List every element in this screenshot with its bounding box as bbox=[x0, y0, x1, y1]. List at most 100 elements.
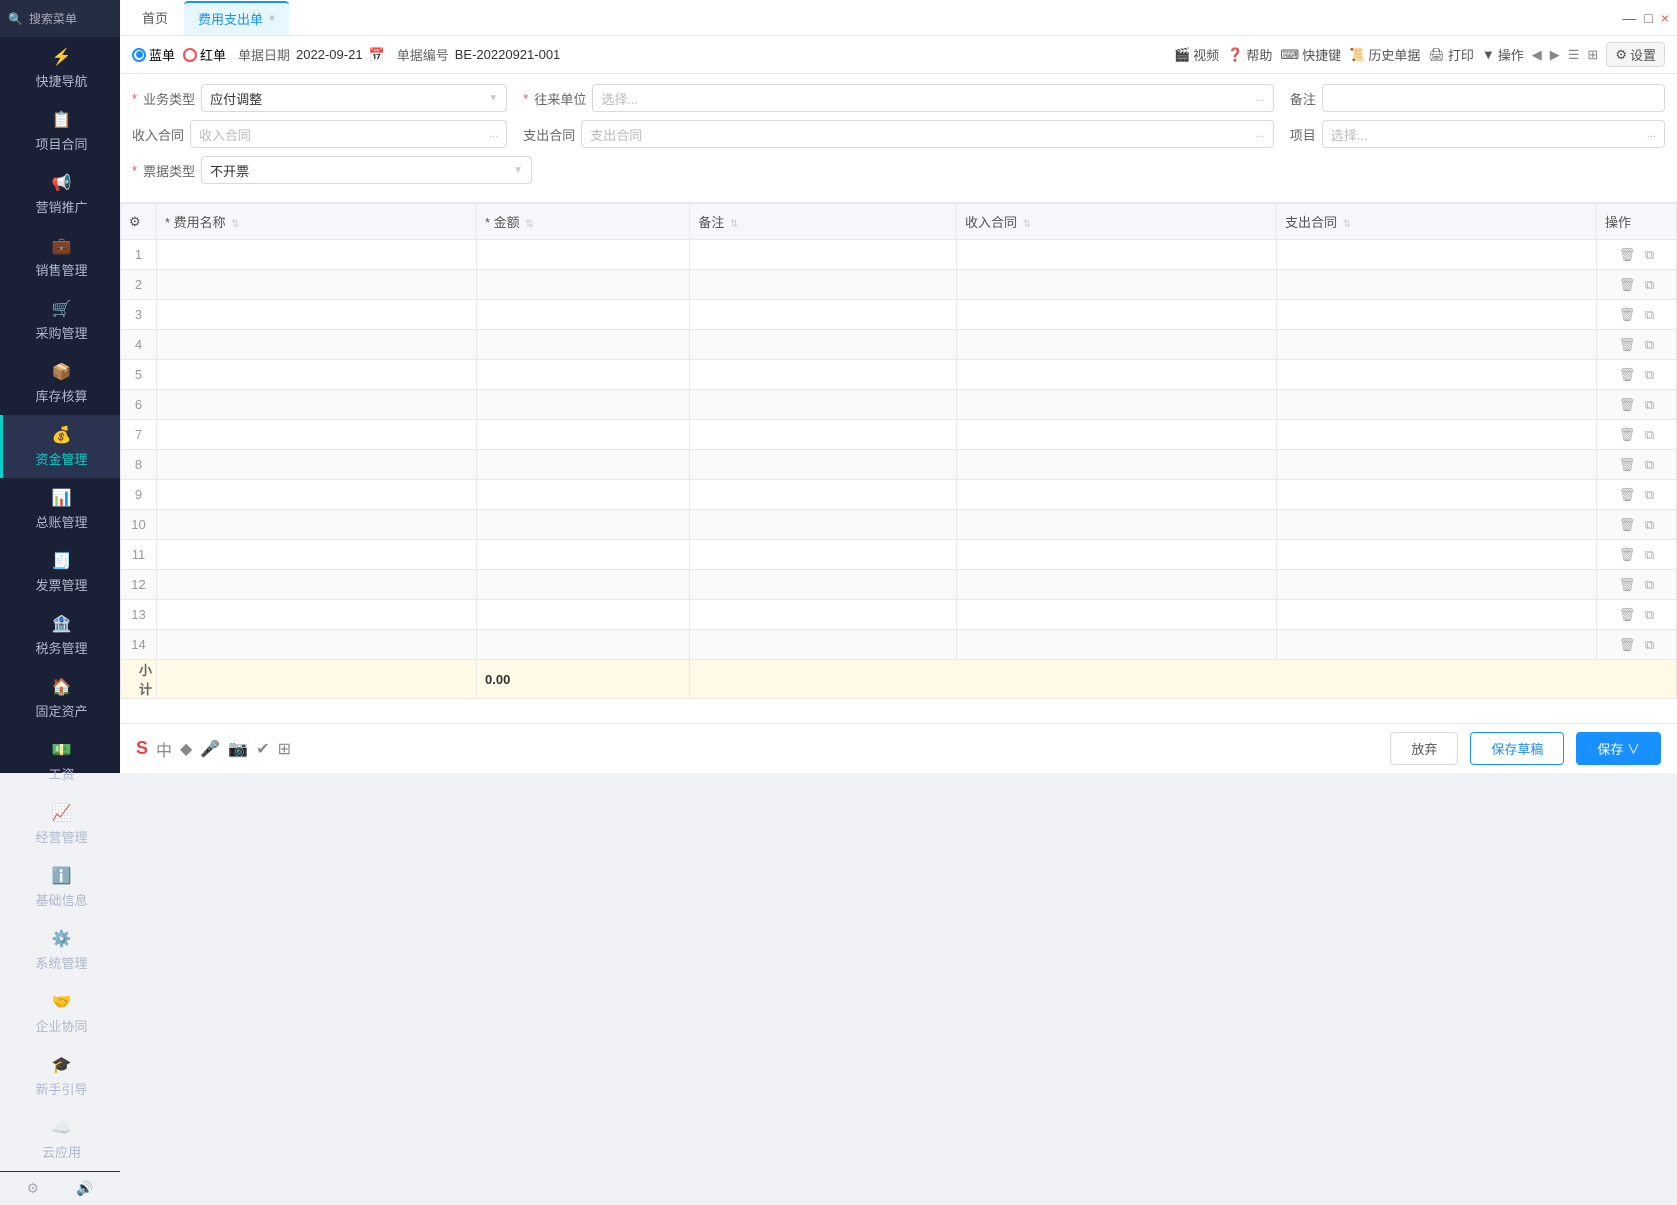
row-expense-name-9[interactable] bbox=[157, 480, 477, 510]
row-expense-name-5[interactable] bbox=[157, 360, 477, 390]
row-income-contract-8[interactable] bbox=[956, 450, 1276, 480]
maximize-button[interactable]: □ bbox=[1644, 10, 1652, 26]
row-expense-contract-4[interactable] bbox=[1276, 330, 1596, 360]
row-expense-contract-2[interactable] bbox=[1276, 270, 1596, 300]
chinese-input-icon[interactable]: 中 bbox=[156, 737, 172, 761]
note-sort-icon[interactable]: ⇅ bbox=[730, 219, 738, 230]
volume-icon[interactable]: 🔊 bbox=[76, 1180, 93, 1197]
sidebar-item-cloud[interactable]: ☁️ 云应用 bbox=[0, 1108, 120, 1171]
row-copy-icon-14[interactable]: ⧉ bbox=[1645, 637, 1654, 652]
row-expense-name-10[interactable] bbox=[157, 510, 477, 540]
row-copy-icon-10[interactable]: ⧉ bbox=[1645, 517, 1654, 532]
row-delete-icon-4[interactable]: 🗑 bbox=[1619, 337, 1636, 352]
row-income-contract-13[interactable] bbox=[956, 600, 1276, 630]
diamond-icon[interactable]: ◆ bbox=[180, 739, 192, 759]
row-amount-12[interactable] bbox=[477, 570, 690, 600]
minimize-button[interactable]: — bbox=[1622, 10, 1636, 26]
blue-single-label[interactable]: 蓝单 bbox=[132, 45, 175, 64]
row-income-contract-1[interactable] bbox=[956, 240, 1276, 270]
grid-view-icon[interactable]: ⊞ bbox=[1587, 47, 1598, 63]
row-expense-name-11[interactable] bbox=[157, 540, 477, 570]
calendar-icon[interactable]: 📅 bbox=[369, 47, 385, 63]
sidebar-item-purchase[interactable]: 🛒 采购管理 bbox=[0, 289, 120, 352]
row-amount-2[interactable] bbox=[477, 270, 690, 300]
sidebar-item-accounting[interactable]: 📊 总账管理 bbox=[0, 478, 120, 541]
sidebar-item-sales[interactable]: 💼 销售管理 bbox=[0, 226, 120, 289]
row-income-contract-4[interactable] bbox=[956, 330, 1276, 360]
grid-icon[interactable]: ⊞ bbox=[278, 739, 291, 759]
row-expense-contract-6[interactable] bbox=[1276, 390, 1596, 420]
hotkey-button[interactable]: ⌨ 快捷键 bbox=[1280, 45, 1341, 64]
sidebar-item-quick-nav[interactable]: ⚡ 快捷导航 bbox=[0, 37, 120, 100]
row-expense-contract-13[interactable] bbox=[1276, 600, 1596, 630]
row-income-contract-6[interactable] bbox=[956, 390, 1276, 420]
expense-name-sort-icon[interactable]: ⇅ bbox=[231, 219, 239, 230]
row-delete-icon-11[interactable]: 🗑 bbox=[1619, 547, 1636, 562]
sidebar-item-basic-info[interactable]: ℹ️ 基础信息 bbox=[0, 856, 120, 919]
check-icon[interactable]: ✔ bbox=[256, 739, 269, 759]
row-expense-name-7[interactable] bbox=[157, 420, 477, 450]
print-button[interactable]: 🖨 打印 bbox=[1428, 45, 1474, 64]
income-contract-sort-icon[interactable]: ⇅ bbox=[1023, 219, 1031, 230]
row-income-contract-5[interactable] bbox=[956, 360, 1276, 390]
help-button[interactable]: ❓ 帮助 bbox=[1227, 45, 1272, 64]
camera-icon[interactable]: 📷 bbox=[228, 739, 248, 759]
row-delete-icon-3[interactable]: 🗑 bbox=[1619, 307, 1636, 322]
settings-icon[interactable]: ⚙ bbox=[27, 1180, 40, 1197]
row-expense-name-1[interactable] bbox=[157, 240, 477, 270]
row-delete-icon-13[interactable]: 🗑 bbox=[1619, 607, 1636, 622]
row-expense-name-3[interactable] bbox=[157, 300, 477, 330]
row-note-2[interactable] bbox=[690, 270, 957, 300]
row-expense-name-8[interactable] bbox=[157, 450, 477, 480]
sidebar-item-newbie[interactable]: 🎓 新手引导 bbox=[0, 1045, 120, 1108]
row-amount-1[interactable] bbox=[477, 240, 690, 270]
remark-input[interactable] bbox=[1322, 84, 1665, 112]
row-income-contract-12[interactable] bbox=[956, 570, 1276, 600]
save-draft-button[interactable]: 保存草稿 bbox=[1470, 732, 1564, 765]
row-expense-name-6[interactable] bbox=[157, 390, 477, 420]
row-copy-icon-7[interactable]: ⧉ bbox=[1645, 427, 1654, 442]
biz-type-input[interactable]: 应付调整 ▼ bbox=[201, 84, 507, 112]
row-expense-name-12[interactable] bbox=[157, 570, 477, 600]
row-amount-10[interactable] bbox=[477, 510, 690, 540]
row-delete-icon-6[interactable]: 🗑 bbox=[1619, 397, 1636, 412]
expense-contract-sort-icon[interactable]: ⇅ bbox=[1343, 219, 1351, 230]
list-view-icon[interactable]: ☰ bbox=[1568, 47, 1580, 63]
sidebar-item-fixed-assets[interactable]: 🏠 固定资产 bbox=[0, 667, 120, 730]
row-amount-8[interactable] bbox=[477, 450, 690, 480]
row-note-13[interactable] bbox=[690, 600, 957, 630]
row-delete-icon-9[interactable]: 🗑 bbox=[1619, 487, 1636, 502]
row-note-3[interactable] bbox=[690, 300, 957, 330]
table-settings-icon[interactable]: ⚙ bbox=[129, 214, 141, 229]
row-delete-icon-7[interactable]: 🗑 bbox=[1619, 427, 1636, 442]
row-amount-4[interactable] bbox=[477, 330, 690, 360]
row-copy-icon-12[interactable]: ⧉ bbox=[1645, 577, 1654, 592]
row-delete-icon-8[interactable]: 🗑 bbox=[1619, 457, 1636, 472]
sidebar-item-invoice[interactable]: 🧾 发票管理 bbox=[0, 541, 120, 604]
mic-icon[interactable]: 🎤 bbox=[200, 739, 220, 759]
row-expense-name-14[interactable] bbox=[157, 630, 477, 660]
row-amount-13[interactable] bbox=[477, 600, 690, 630]
row-copy-icon-11[interactable]: ⧉ bbox=[1645, 547, 1654, 562]
row-income-contract-7[interactable] bbox=[956, 420, 1276, 450]
red-single-label[interactable]: 红单 bbox=[183, 45, 226, 64]
blue-single-radio[interactable] bbox=[132, 48, 146, 62]
row-expense-contract-14[interactable] bbox=[1276, 630, 1596, 660]
row-income-contract-3[interactable] bbox=[956, 300, 1276, 330]
row-expense-contract-3[interactable] bbox=[1276, 300, 1596, 330]
invoice-type-input[interactable]: 不开票 ▼ bbox=[201, 156, 532, 184]
close-button[interactable]: × bbox=[1661, 10, 1669, 26]
row-copy-icon-9[interactable]: ⧉ bbox=[1645, 487, 1654, 502]
row-note-6[interactable] bbox=[690, 390, 957, 420]
row-note-11[interactable] bbox=[690, 540, 957, 570]
row-note-7[interactable] bbox=[690, 420, 957, 450]
sidebar-item-enterprise[interactable]: 🤝 企业协同 bbox=[0, 982, 120, 1045]
row-copy-icon-1[interactable]: ⧉ bbox=[1645, 247, 1654, 262]
row-delete-icon-14[interactable]: 🗑 bbox=[1619, 637, 1636, 652]
nav-next-button[interactable]: ▶ bbox=[1550, 47, 1560, 63]
video-button[interactable]: 🎬 视频 bbox=[1174, 45, 1219, 64]
row-expense-name-2[interactable] bbox=[157, 270, 477, 300]
row-note-4[interactable] bbox=[690, 330, 957, 360]
abandon-button[interactable]: 放弃 bbox=[1390, 732, 1458, 765]
sidebar-item-inventory[interactable]: 📦 库存核算 bbox=[0, 352, 120, 415]
